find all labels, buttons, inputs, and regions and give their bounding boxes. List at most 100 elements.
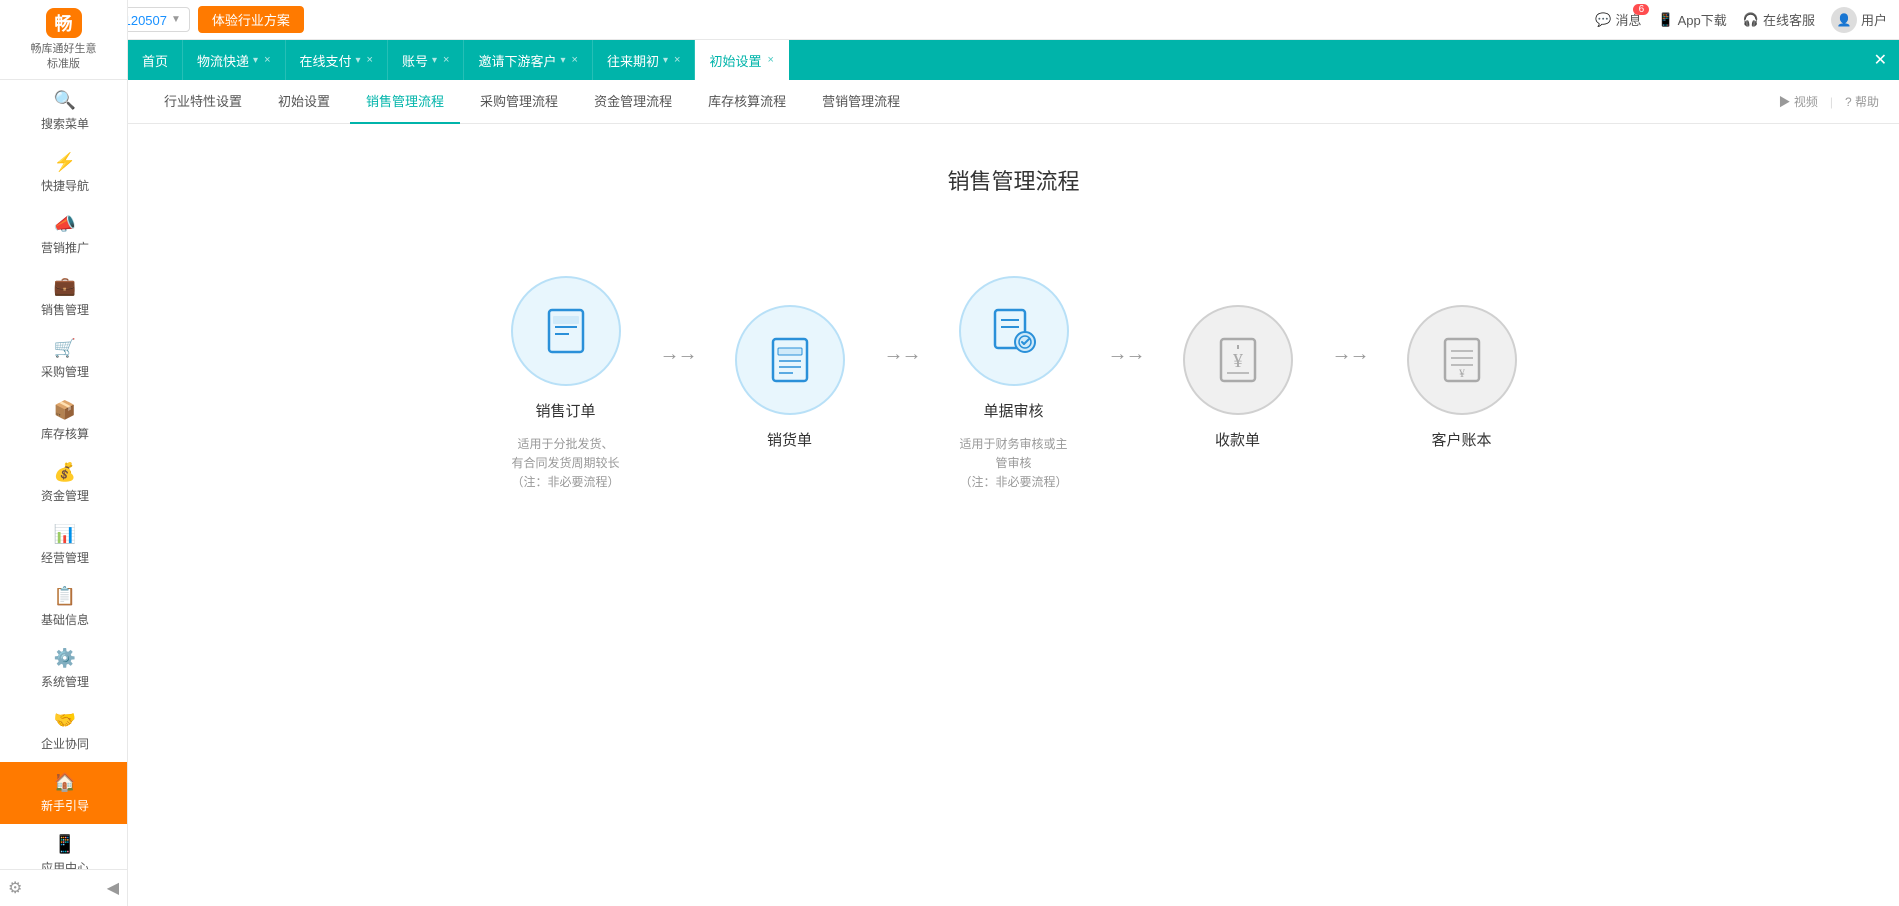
flow-circle-receipt[interactable]: ¥: [1183, 305, 1293, 415]
sub-tabs: 行业特性设置 初始设置 销售管理流程 采购管理流程 资金管理流程 库存核算流程 …: [128, 80, 1899, 124]
sub-tabs-right: ▶ 视频 | ? 帮助: [1778, 93, 1879, 110]
approval-icon: [989, 306, 1039, 356]
receipt-icon: ¥: [1213, 335, 1263, 385]
collapse-sidebar-button[interactable]: ◀: [107, 878, 119, 898]
step-desc-approval: 适用于财务审核或主管审核（注：非必要流程）: [959, 435, 1067, 493]
flow-step-ledger: ¥ 客户账本: [1372, 305, 1552, 464]
sidebar-item-search[interactable]: 🔍 搜索菜单: [0, 80, 127, 142]
search-icon: 🔍: [54, 90, 76, 111]
sub-tab-purchase-flow-label: 采购管理流程: [480, 91, 558, 110]
dropdown-arrow-icon: ▼: [171, 14, 181, 25]
close-all-tabs-button[interactable]: ✕: [1862, 40, 1899, 80]
sub-tab-marketing-flow-label: 营销管理流程: [822, 91, 900, 110]
flow-arrow-4: →→: [1332, 343, 1368, 366]
invite-close-icon[interactable]: ×: [572, 54, 578, 66]
nav-tab-invite[interactable]: 邀请下游客户 ▾ ×: [464, 40, 592, 80]
nav-tab-logistics[interactable]: 物流快递 ▾ ×: [183, 40, 285, 80]
sub-tab-inventory-flow[interactable]: 库存核算流程: [692, 80, 802, 124]
flow-circle-sales-order[interactable]: [511, 276, 621, 386]
trial-button[interactable]: 体验行业方案: [198, 6, 304, 33]
flow-circle-ledger[interactable]: ¥: [1407, 305, 1517, 415]
sidebar-item-operations[interactable]: 📊 经营管理: [0, 514, 127, 576]
period-close-icon[interactable]: ×: [674, 54, 680, 66]
sidebar-label-sales: 销售管理: [41, 301, 89, 318]
nav-tab-period[interactable]: 往来期初 ▾ ×: [593, 40, 695, 80]
avatar-icon: 👤: [1837, 13, 1852, 27]
account-arrow-icon: ▾: [432, 55, 437, 66]
logistics-arrow-icon: ▾: [253, 55, 258, 66]
payment-close-icon[interactable]: ×: [367, 54, 373, 66]
flow-arrow-3: →→: [1108, 343, 1144, 366]
sidebar-item-sales[interactable]: 💼 销售管理: [0, 266, 127, 328]
sidebar-footer: ⚙ ◀: [0, 869, 127, 906]
flow-circle-approval[interactable]: [959, 276, 1069, 386]
sidebar-item-finance[interactable]: 💰 资金管理: [0, 452, 127, 514]
sidebar-item-quicknav[interactable]: ⚡ 快捷导航: [0, 142, 127, 204]
settings-footer-button[interactable]: ⚙: [8, 878, 22, 898]
marketing-icon: 📣: [54, 214, 76, 235]
help-button[interactable]: ? 帮助: [1845, 93, 1879, 110]
nav-tab-account[interactable]: 账号 ▾ ×: [388, 40, 464, 80]
nav-tab-init[interactable]: 初始设置 ×: [695, 40, 788, 80]
sidebar-item-inventory[interactable]: 📦 库存核算: [0, 390, 127, 452]
message-button[interactable]: 💬 消息 6: [1595, 10, 1641, 29]
inventory-icon: 📦: [54, 400, 76, 421]
guide-icon: 🏠: [54, 772, 76, 793]
sidebar: 畅 畅库通好生意标准版 🔍 搜索菜单 ⚡ 快捷导航 📣 营销推广 💼 销售管理 …: [0, 0, 128, 906]
username-label: 用户: [1861, 10, 1887, 29]
customer-service-button[interactable]: 🎧 在线客服: [1743, 10, 1815, 29]
sidebar-label-inventory: 库存核算: [41, 425, 89, 442]
sidebar-item-collab[interactable]: 🤝 企业协同: [0, 700, 127, 762]
appcenter-icon: 📱: [54, 834, 76, 855]
sidebar-item-guide[interactable]: 🏠 新手引导: [0, 762, 127, 824]
nav-tab-home[interactable]: 首页: [128, 40, 183, 80]
nav-tab-logistics-label: 物流快递: [197, 51, 249, 70]
flow-circle-invoice[interactable]: [735, 305, 845, 415]
sub-tabs-left: 行业特性设置 初始设置 销售管理流程 采购管理流程 资金管理流程 库存核算流程 …: [148, 80, 916, 124]
nav-tab-home-label: 首页: [142, 51, 168, 70]
account-close-icon[interactable]: ×: [443, 54, 449, 66]
nav-tabs: 首页 物流快递 ▾ × 在线支付 ▾ × 账号 ▾ × 邀请下游客户 ▾ × 往…: [128, 40, 1899, 80]
nav-tab-payment[interactable]: 在线支付 ▾ ×: [286, 40, 388, 80]
nav-tab-period-label: 往来期初: [607, 51, 659, 70]
logistics-close-icon[interactable]: ×: [264, 54, 270, 66]
video-help-button[interactable]: ▶ 视频: [1778, 93, 1817, 110]
nav-tab-payment-label: 在线支付: [300, 51, 352, 70]
flow-step-approval: 单据审核 适用于财务审核或主管审核（注：非必要流程）: [924, 276, 1104, 493]
avatar: 👤: [1831, 7, 1857, 33]
sales-icon: 💼: [54, 276, 76, 297]
app-icon: 📱: [1657, 12, 1673, 28]
sub-tab-industry[interactable]: 行业特性设置: [148, 80, 258, 124]
step-name-receipt: 收款单: [1215, 429, 1260, 450]
sidebar-item-basicinfo[interactable]: 📋 基础信息: [0, 576, 127, 638]
sub-tab-inventory-flow-label: 库存核算流程: [708, 91, 786, 110]
sidebar-item-purchase[interactable]: 🛒 采购管理: [0, 328, 127, 390]
sub-tab-finance-flow[interactable]: 资金管理流程: [578, 80, 688, 124]
sidebar-item-system[interactable]: ⚙️ 系统管理: [0, 638, 127, 700]
finance-icon: 💰: [54, 462, 76, 483]
payment-arrow-icon: ▾: [356, 55, 361, 66]
flow-step-invoice: 销货单: [700, 305, 880, 464]
ledger-icon: ¥: [1437, 335, 1487, 385]
app-download-button[interactable]: 📱 App下载: [1657, 10, 1726, 29]
sidebar-label-quicknav: 快捷导航: [41, 177, 89, 194]
sub-tab-industry-label: 行业特性设置: [164, 91, 242, 110]
sub-tab-finance-flow-label: 资金管理流程: [594, 91, 672, 110]
sidebar-item-appcenter[interactable]: 📱 应用中心: [0, 824, 127, 869]
step-name-invoice: 销货单: [767, 429, 812, 450]
nav-tab-account-label: 账号: [402, 51, 428, 70]
user-profile-button[interactable]: 👤 用户: [1831, 7, 1887, 33]
invoice-icon: [765, 335, 815, 385]
flow-arrow-2: →→: [884, 343, 920, 366]
sub-tab-marketing-flow[interactable]: 营销管理流程: [806, 80, 916, 124]
init-close-icon[interactable]: ×: [767, 54, 773, 66]
flow-step-sales-order: 销售订单 适用于分批发货、有合同发货周期较长（注：非必要流程）: [476, 276, 656, 493]
sub-tab-purchase-flow[interactable]: 采购管理流程: [464, 80, 574, 124]
sidebar-label-finance: 资金管理: [41, 487, 89, 504]
svg-text:¥: ¥: [1233, 350, 1243, 372]
sub-tab-sales-flow[interactable]: 销售管理流程: [350, 80, 460, 124]
sidebar-item-marketing[interactable]: 📣 营销推广: [0, 204, 127, 266]
sub-tab-init[interactable]: 初始设置: [262, 80, 346, 124]
flow-diagram: 销售订单 适用于分批发货、有合同发货周期较长（注：非必要流程） →→ 销货单: [148, 256, 1879, 513]
video-icon: ▶: [1778, 95, 1790, 109]
